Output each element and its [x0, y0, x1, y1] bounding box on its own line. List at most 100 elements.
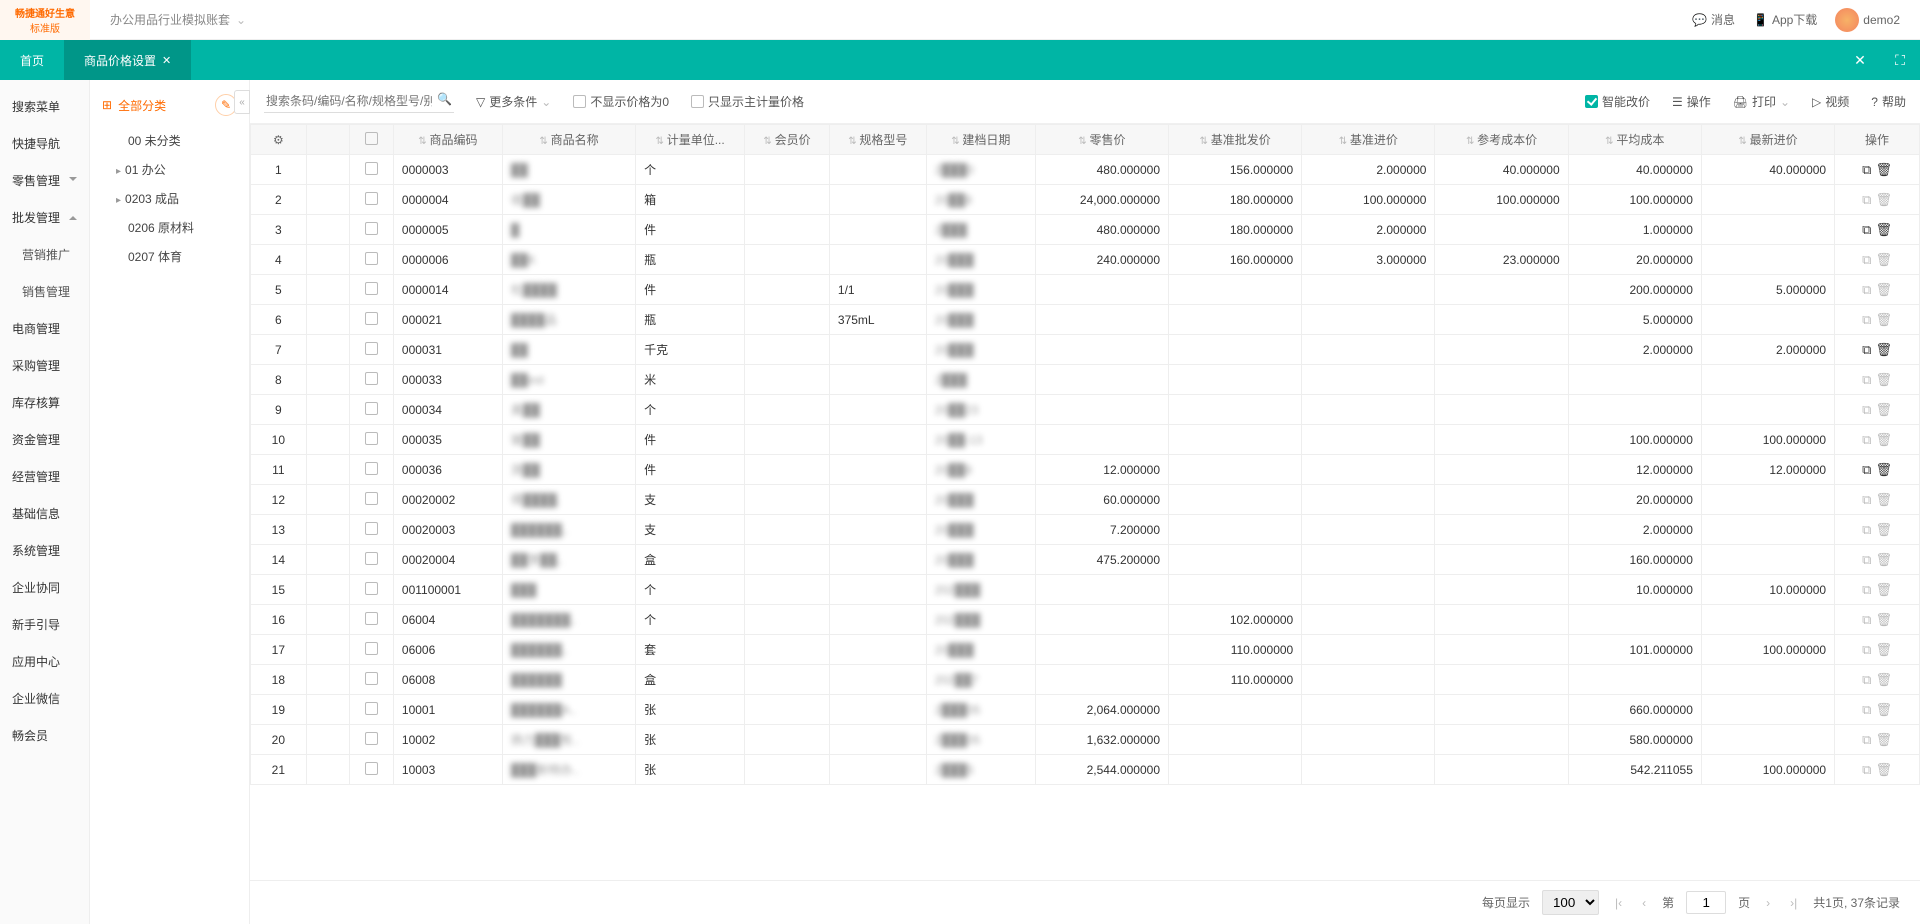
- column-header[interactable]: 参考成本价: [1435, 125, 1568, 155]
- gear-icon[interactable]: ⚙: [273, 133, 284, 147]
- column-header[interactable]: ⚙: [251, 125, 307, 155]
- row-checkbox[interactable]: [365, 282, 378, 295]
- table-row[interactable]: 8000033██est米2███⧉🗑: [251, 365, 1920, 395]
- sidebar-fund[interactable]: 资金管理: [0, 421, 89, 458]
- row-checkbox[interactable]: [365, 582, 378, 595]
- category-item[interactable]: 00 未分类: [98, 126, 241, 155]
- print-menu[interactable]: 🖨打印⌄: [1733, 93, 1790, 110]
- video-button[interactable]: ▷视频: [1812, 93, 1849, 110]
- sidebar-inventory[interactable]: 库存核算: [0, 384, 89, 421]
- delete-icon[interactable]: 🗑: [1875, 402, 1892, 417]
- category-item[interactable]: 01 办公: [98, 155, 241, 184]
- row-checkbox[interactable]: [365, 402, 378, 415]
- table-row[interactable]: 9000034奥██个20██23⧉🗑: [251, 395, 1920, 425]
- delete-icon[interactable]: 🗑: [1875, 282, 1892, 297]
- copy-icon[interactable]: ⧉: [1862, 162, 1871, 177]
- row-checkbox[interactable]: [365, 432, 378, 445]
- delete-icon[interactable]: 🗑: [1875, 522, 1892, 537]
- copy-icon[interactable]: ⧉: [1862, 312, 1871, 327]
- row-checkbox[interactable]: [365, 222, 378, 235]
- category-item[interactable]: 0206 原材料: [98, 213, 241, 242]
- row-checkbox[interactable]: [365, 312, 378, 325]
- delete-icon[interactable]: 🗑: [1875, 702, 1892, 717]
- column-header[interactable]: 平均成本: [1568, 125, 1701, 155]
- column-header[interactable]: 计量单位...: [636, 125, 745, 155]
- delete-icon[interactable]: 🗑: [1875, 762, 1892, 777]
- search-box[interactable]: 🔍: [264, 90, 454, 113]
- copy-icon[interactable]: ⧉: [1862, 582, 1871, 597]
- table-row[interactable]: 1706006██████..套20███110.000000101.00000…: [251, 635, 1920, 665]
- close-all-tabs[interactable]: ✕: [1840, 40, 1880, 80]
- category-item[interactable]: 0207 体育: [98, 242, 241, 271]
- copy-icon[interactable]: ⧉: [1862, 762, 1871, 777]
- last-page-button[interactable]: ›|: [1786, 896, 1801, 910]
- delete-icon[interactable]: 🗑: [1875, 552, 1892, 567]
- delete-icon[interactable]: 🗑: [1875, 642, 1892, 657]
- delete-icon[interactable]: 🗑: [1875, 672, 1892, 687]
- delete-icon[interactable]: 🗑: [1875, 222, 1892, 237]
- copy-icon[interactable]: ⧉: [1862, 402, 1871, 417]
- column-header[interactable]: 会员价: [745, 125, 830, 155]
- sidebar-appcenter[interactable]: 应用中心: [0, 643, 89, 680]
- table-row[interactable]: 6000021████品瓶375mL20███5.000000⧉🗑: [251, 305, 1920, 335]
- row-checkbox[interactable]: [365, 552, 378, 565]
- select-all-checkbox[interactable]: [365, 132, 378, 145]
- delete-icon[interactable]: 🗑: [1875, 462, 1892, 477]
- row-checkbox[interactable]: [365, 612, 378, 625]
- table-row[interactable]: 10000003██个2███0480.000000156.0000002.00…: [251, 155, 1920, 185]
- copy-icon[interactable]: ⧉: [1862, 642, 1871, 657]
- delete-icon[interactable]: 🗑: [1875, 162, 1892, 177]
- copy-icon[interactable]: ⧉: [1862, 192, 1871, 207]
- column-header[interactable]: [350, 125, 394, 155]
- sidebar-basic[interactable]: 基础信息: [0, 495, 89, 532]
- next-page-button[interactable]: ›: [1762, 896, 1774, 910]
- row-checkbox[interactable]: [365, 642, 378, 655]
- table-row[interactable]: 1400020004██李██..盒20███475.200000160.000…: [251, 545, 1920, 575]
- more-filters[interactable]: ▽更多条件⌄: [476, 93, 551, 110]
- page-size-select[interactable]: 100: [1542, 890, 1599, 915]
- sidebar-business[interactable]: 经营管理: [0, 458, 89, 495]
- table-row[interactable]: 1910001██████A..张2███052,064.000000660.0…: [251, 695, 1920, 725]
- column-header[interactable]: 基准批发价: [1169, 125, 1302, 155]
- sidebar-member[interactable]: 畅会员: [0, 717, 89, 754]
- delete-icon[interactable]: 🗑: [1875, 612, 1892, 627]
- delete-icon[interactable]: 🗑: [1875, 372, 1892, 387]
- column-header[interactable]: [306, 125, 350, 155]
- table-row[interactable]: 10000035玻██件20██-13100.000000100.000000⧉…: [251, 425, 1920, 455]
- sidebar-wholesale[interactable]: 批发管理: [0, 199, 89, 236]
- row-checkbox[interactable]: [365, 192, 378, 205]
- fullscreen-toggle[interactable]: ⛶: [1880, 40, 1920, 80]
- search-input[interactable]: [264, 90, 454, 113]
- table-row[interactable]: 2110003███新特办..张2███52,544.000000542.211…: [251, 755, 1920, 785]
- category-all[interactable]: 全部分类: [118, 97, 166, 114]
- close-icon[interactable]: ✕: [162, 54, 171, 67]
- copy-icon[interactable]: ⧉: [1862, 372, 1871, 387]
- column-header[interactable]: 零售价: [1035, 125, 1168, 155]
- user-menu[interactable]: demo2: [1835, 8, 1900, 32]
- row-checkbox[interactable]: [365, 162, 378, 175]
- copy-icon[interactable]: ⧉: [1862, 702, 1871, 717]
- row-checkbox[interactable]: [365, 672, 378, 685]
- delete-icon[interactable]: 🗑: [1875, 192, 1892, 207]
- table-row[interactable]: 1606004███████..个202███102.000000⧉🗑: [251, 605, 1920, 635]
- copy-icon[interactable]: ⧉: [1862, 432, 1871, 447]
- table-row[interactable]: 20000004收██箱20██824,000.000000180.000000…: [251, 185, 1920, 215]
- table-row[interactable]: 7000031██千克20███2.0000002.000000⧉🗑: [251, 335, 1920, 365]
- copy-icon[interactable]: ⧉: [1862, 342, 1871, 357]
- row-checkbox[interactable]: [365, 372, 378, 385]
- sidebar-purchase[interactable]: 采购管理: [0, 347, 89, 384]
- table-row[interactable]: 2010002扬力███有..张2███051,632.000000580.00…: [251, 725, 1920, 755]
- delete-icon[interactable]: 🗑: [1875, 582, 1892, 597]
- help-button[interactable]: ?帮助: [1871, 93, 1906, 110]
- operations-menu[interactable]: ☰操作: [1672, 93, 1711, 110]
- app-download-link[interactable]: 📱App下载: [1753, 11, 1817, 28]
- copy-icon[interactable]: ⧉: [1862, 732, 1871, 747]
- column-header[interactable]: 基准进价: [1302, 125, 1435, 155]
- table-row[interactable]: 1200020002得████.支20███60.00000020.000000…: [251, 485, 1920, 515]
- delete-icon[interactable]: 🗑: [1875, 312, 1892, 327]
- table-row[interactable]: 15001100001███个202███10.00000010.000000⧉…: [251, 575, 1920, 605]
- tenant-selector[interactable]: 办公用品行业模拟账套⌄: [90, 11, 266, 28]
- table-row[interactable]: 30000005█件2███480.000000180.0000002.0000…: [251, 215, 1920, 245]
- row-checkbox[interactable]: [365, 462, 378, 475]
- first-page-button[interactable]: |‹: [1611, 896, 1626, 910]
